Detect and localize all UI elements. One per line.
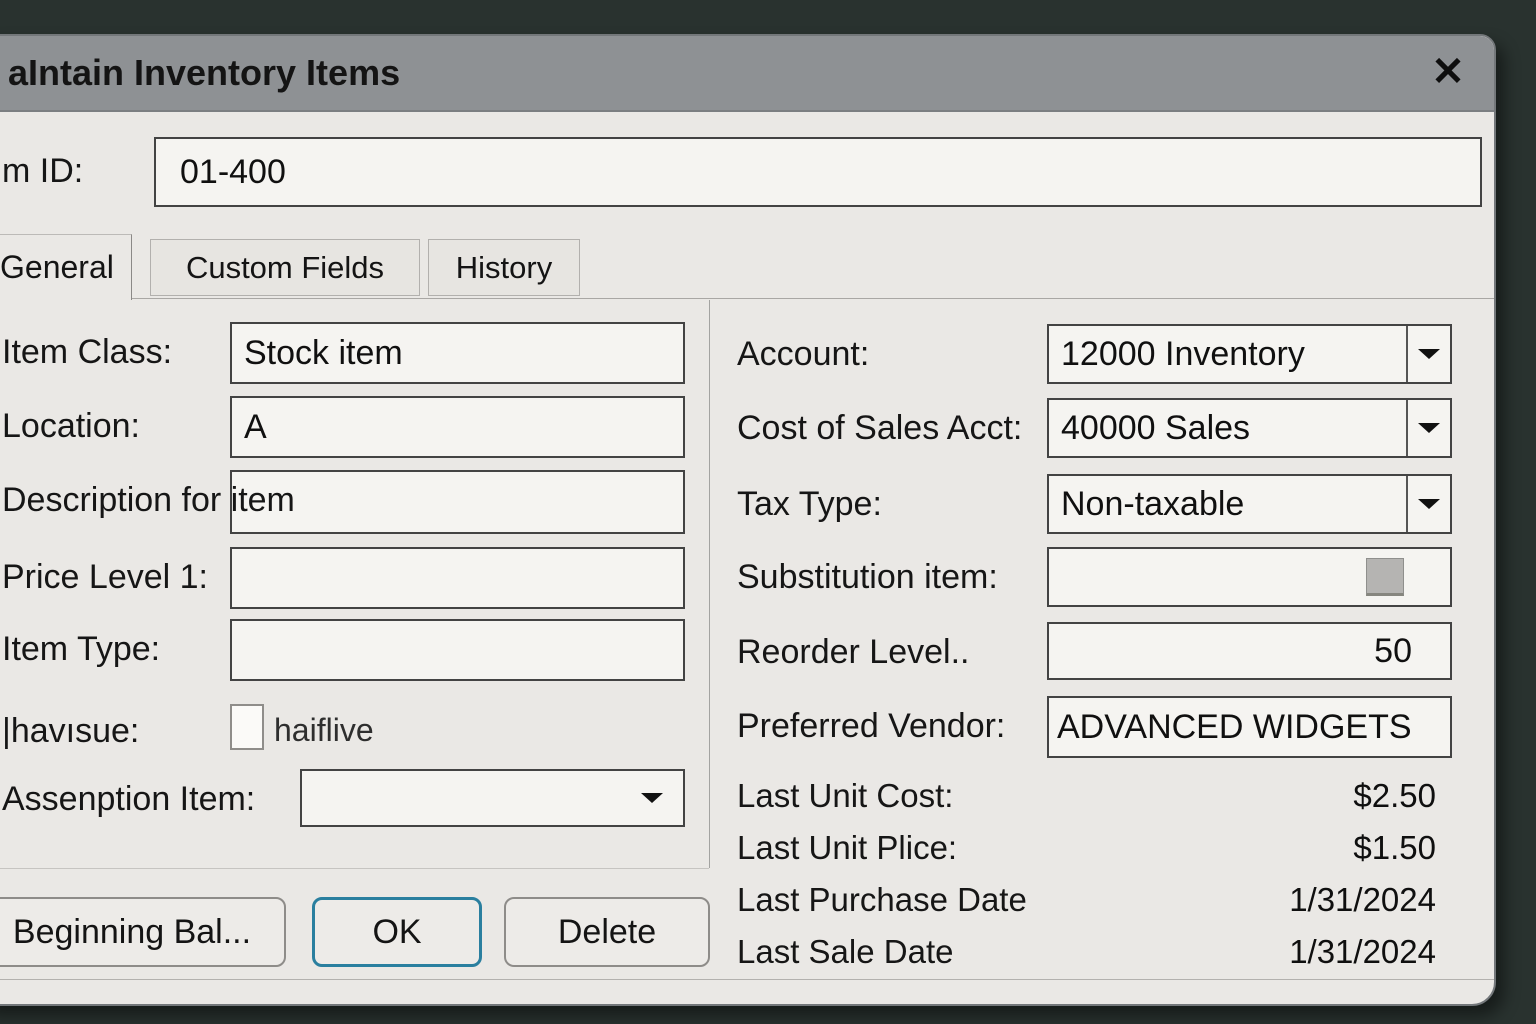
last-purchase-date-value: 1/31/2024 (1289, 881, 1436, 918)
assenption-item-dropdown[interactable] (300, 769, 685, 827)
inactive-row-label: |havısue: (2, 712, 140, 750)
chevron-down-icon (1418, 349, 1440, 359)
last-unit-cost-label: Last Unit Cost: (737, 777, 954, 814)
last-sale-date-label: Last Sale Date (737, 933, 954, 970)
preferred-vendor-input[interactable]: ADVANCED WIDGETS (1047, 696, 1452, 758)
delete-button[interactable]: Delete (504, 897, 710, 967)
tab-history[interactable]: History (428, 239, 580, 296)
inactive-checkbox[interactable] (230, 704, 264, 750)
substitution-item-label: Substitution item: (737, 558, 998, 596)
status-bar-divider (0, 979, 1494, 980)
description-label: Description for item (2, 481, 295, 519)
tax-type-value: Non-taxable (1061, 484, 1245, 523)
item-type-label: Item Type: (2, 630, 161, 668)
cost-of-sales-value: 40000 Sales (1061, 408, 1251, 447)
account-label: Account: (737, 335, 870, 373)
cost-of-sales-dropdown[interactable]: 40000 Sales (1047, 398, 1452, 458)
substitution-item-input[interactable] (1047, 547, 1452, 607)
account-dropdown[interactable]: 12000 Inventory (1047, 324, 1452, 384)
last-unit-price-label: Last Unit Plice: (737, 829, 958, 866)
desktop-background: aIntain Inventory Items ✕ m ID: 01-400 G… (0, 0, 1536, 1024)
assenption-item-label: Assenption Item: (2, 780, 256, 818)
reorder-level-input[interactable]: 50 (1047, 622, 1452, 680)
account-value: 12000 Inventory (1061, 334, 1305, 373)
price-level-label: Price Level 1: (2, 558, 208, 596)
tax-type-dropdown-button[interactable] (1406, 476, 1450, 532)
beginning-balances-button[interactable]: Beginning Bal... (0, 897, 286, 967)
location-input[interactable]: A (230, 396, 685, 458)
item-class-label: Item Class: (2, 333, 173, 371)
tax-type-dropdown[interactable]: Non-taxable (1047, 474, 1452, 534)
preferred-vendor-label: Preferred Vendor: (737, 707, 1006, 745)
column-divider (709, 300, 710, 868)
item-id-input[interactable]: 01-400 (154, 137, 1482, 207)
title-bar[interactable]: aIntain Inventory Items ✕ (0, 36, 1494, 112)
inactive-checkbox-label: haiflive (274, 712, 374, 748)
reorder-level-label: Reorder Level.. (737, 633, 970, 671)
item-class-input[interactable]: Stock item (230, 322, 685, 384)
cost-of-sales-label: Cost of Sales Acct: (737, 409, 1023, 447)
tab-panel-border (0, 298, 1494, 299)
price-level-input[interactable] (230, 547, 685, 609)
item-id-label: m ID: (2, 152, 84, 190)
dialog-window: aIntain Inventory Items ✕ m ID: 01-400 G… (0, 34, 1496, 1006)
location-label: Location: (2, 407, 140, 445)
cost-of-sales-dropdown-button[interactable] (1406, 400, 1450, 456)
chevron-down-icon (1418, 423, 1440, 433)
tax-type-label: Tax Type: (737, 485, 882, 523)
last-unit-cost-value: $2.50 (1353, 777, 1436, 814)
tab-general[interactable]: General (0, 234, 132, 300)
close-icon[interactable]: ✕ (1424, 48, 1472, 96)
last-unit-price-value: $1.50 (1353, 829, 1436, 866)
chevron-down-icon (1418, 499, 1440, 509)
tab-custom-fields[interactable]: Custom Fields (150, 239, 420, 296)
substitution-lookup-button[interactable] (1366, 558, 1404, 596)
dialog-title: aIntain Inventory Items (8, 52, 401, 93)
chevron-down-icon (641, 793, 663, 803)
last-purchase-date-label: Last Purchase Date (737, 881, 1027, 918)
account-dropdown-button[interactable] (1406, 326, 1450, 382)
last-sale-date-value: 1/31/2024 (1289, 933, 1436, 970)
left-panel-bottom-border (0, 868, 709, 869)
item-type-input[interactable] (230, 619, 685, 681)
ok-button[interactable]: OK (312, 897, 482, 967)
description-input[interactable] (230, 470, 685, 534)
